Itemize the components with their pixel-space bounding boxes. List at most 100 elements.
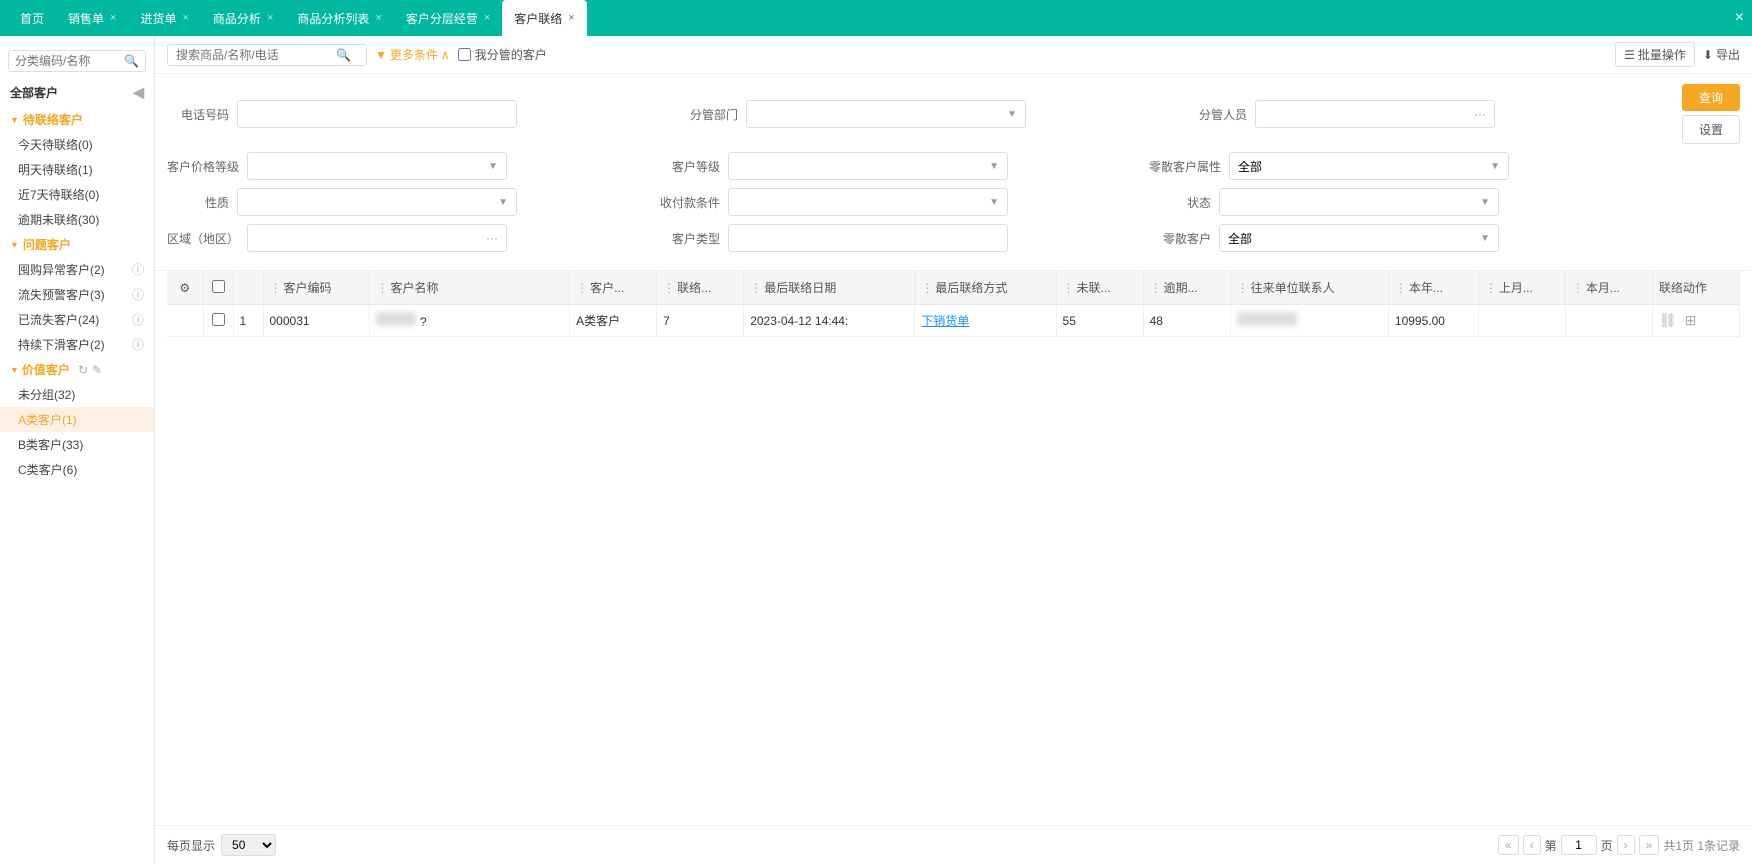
filter-price-level-select[interactable]: ▼ — [247, 152, 507, 180]
filter-icon: ▼ — [375, 48, 387, 62]
tab-customer-contact-close[interactable]: × — [568, 12, 574, 24]
filter-person-select[interactable]: ··· — [1255, 100, 1495, 128]
prev-page-btn[interactable]: ‹ — [1523, 835, 1541, 855]
sidebar-item-churned[interactable]: 已流失客户(24) ⓘ — [0, 307, 154, 332]
info-icon-4[interactable]: ⓘ — [132, 336, 144, 353]
main-layout: 🔍 全部客户 ◀ 待联络客户 今天待联络(0) 明天待联络(1) 近7天待联络(… — [0, 36, 1752, 864]
sidebar-search-input[interactable] — [15, 54, 124, 68]
action-grid-icon[interactable]: ⊞ — [1685, 312, 1697, 329]
tab-purchase[interactable]: 进货单 × — [128, 0, 200, 36]
batch-operation-btn[interactable]: ☰ 批量操作 — [1615, 42, 1695, 67]
row-checkbox-1[interactable] — [212, 313, 225, 326]
table-scroll[interactable]: ⚙ ⋮客户编码 ⋮客户名称 — [167, 271, 1740, 337]
filter-payment-select[interactable]: ▼ — [728, 188, 1008, 216]
sidebar-item-7days[interactable]: 近7天待联络(0) — [0, 182, 154, 207]
next-page-btn[interactable]: › — [1617, 835, 1635, 855]
page-size-area: 每页显示 50 100 200 — [167, 834, 276, 856]
filter-customer-type-input[interactable] — [728, 224, 1008, 252]
td-actions: ⛓ ⊞ — [1652, 305, 1739, 337]
group-pending-title[interactable]: 待联络客户 — [0, 107, 154, 132]
page-size-select[interactable]: 50 100 200 — [221, 834, 276, 856]
sidebar-item-overdue[interactable]: 逾期未联络(30) — [0, 207, 154, 232]
content-area: 🔍 ▼ 更多条件 ∧ 我分管的客户 ☰ 批量操作 ⬇ 导出 — [155, 36, 1752, 864]
sidebar-item-declining[interactable]: 持续下滑客户(2) ⓘ — [0, 332, 154, 357]
filter-retail-attr-select[interactable]: 全部 ▼ — [1229, 152, 1509, 180]
last-page-btn[interactable]: » — [1639, 835, 1660, 855]
th-action: 联络动作 — [1652, 271, 1739, 305]
tab-customer-contact[interactable]: 客户联络 × — [502, 0, 586, 36]
filter-price-level: 客户价格等级 ▼ — [167, 152, 638, 180]
table-select-all[interactable] — [212, 280, 225, 293]
th-num — [233, 271, 263, 305]
sidebar-item-today[interactable]: 今天待联络(0) — [0, 132, 154, 157]
tab-purchase-close[interactable]: × — [182, 12, 188, 24]
toolbar-search-input[interactable] — [176, 48, 336, 62]
tab-analysis-list-close[interactable]: × — [375, 12, 381, 24]
filter-region: 区域（地区） ··· — [167, 224, 638, 252]
tab-analysis-list[interactable]: 商品分析列表 × — [285, 0, 393, 36]
my-customer-checkbox[interactable]: 我分管的客户 — [458, 46, 547, 63]
tab-analysis[interactable]: 商品分析 × — [201, 0, 285, 36]
group-problem-title[interactable]: 问题客户 — [0, 232, 154, 257]
first-page-btn[interactable]: « — [1498, 835, 1519, 855]
filter-region-select[interactable]: ··· — [247, 224, 507, 252]
filter-status-select[interactable]: ▼ — [1219, 188, 1499, 216]
last-method-link[interactable]: 下销货单 — [921, 314, 969, 328]
refresh-icon[interactable]: ↻ — [78, 363, 88, 377]
page-nav: « ‹ 第 页 › » 共1页 1条记录 — [1498, 835, 1740, 855]
batch-icon: ☰ — [1624, 48, 1635, 62]
th-settings[interactable]: ⚙ — [167, 271, 203, 305]
page-number-input[interactable] — [1561, 835, 1597, 855]
all-customers-section[interactable]: 全部客户 ◀ — [0, 78, 154, 107]
toolbar-search-box[interactable]: 🔍 — [167, 44, 367, 66]
info-icon-3[interactable]: ⓘ — [132, 311, 144, 328]
all-customers-label: 全部客户 — [10, 84, 58, 101]
th-code: ⋮客户编码 — [263, 271, 370, 305]
close-all-tabs[interactable]: × — [1735, 9, 1744, 27]
filter-status-label: 状态 — [1149, 194, 1219, 211]
info-icon-2[interactable]: ⓘ — [132, 286, 144, 303]
td-unit-contact — [1230, 305, 1388, 337]
settings-gear-icon[interactable]: ⚙ — [179, 281, 190, 295]
sidebar-item-tomorrow[interactable]: 明天待联络(1) — [0, 157, 154, 182]
sidebar-item-churn-warning[interactable]: 流失预警客户(3) ⓘ — [0, 282, 154, 307]
filter-dept-select[interactable]: ▼ — [746, 100, 1026, 128]
sidebar-search-box[interactable]: 🔍 — [8, 50, 146, 72]
filter-dept: 分管部门 ▼ — [676, 100, 1165, 128]
sidebar-item-abnormal[interactable]: 囤购异常客户(2) ⓘ — [0, 257, 154, 282]
tab-customer-segment[interactable]: 客户分层经营 × — [394, 0, 502, 36]
filter-customer-level-select[interactable]: ▼ — [728, 152, 1008, 180]
filter-customer-type-label: 客户类型 — [658, 230, 728, 247]
tab-sales-close[interactable]: × — [110, 12, 116, 24]
info-icon-1[interactable]: ⓘ — [132, 261, 144, 278]
th-unit-contact: ⋮往来单位联系人 — [1230, 271, 1388, 305]
total-info: 共1页 1条记录 — [1663, 837, 1740, 854]
tab-customer-segment-close[interactable]: × — [484, 12, 490, 24]
filter-region-label: 区域（地区） — [167, 230, 247, 247]
filter-row-4: 区域（地区） ··· 客户类型 零散客户 全部 ▼ — [167, 224, 1740, 252]
filter-phone-input[interactable] — [237, 100, 517, 128]
sidebar-item-class-a[interactable]: A类客户(1) — [0, 407, 154, 432]
filter-retail-value: 全部 — [1228, 230, 1252, 247]
tab-analysis-close[interactable]: × — [267, 12, 273, 24]
sidebar-collapse-btn[interactable]: ◀ — [133, 84, 144, 101]
th-contact: ⋮联络... — [657, 271, 744, 305]
query-btn[interactable]: 查询 — [1682, 84, 1740, 111]
filter-retail-select[interactable]: 全部 ▼ — [1219, 224, 1499, 252]
export-icon: ⬇ — [1703, 48, 1713, 62]
edit-icon[interactable]: ✎ — [92, 363, 102, 377]
sidebar-item-unclassified[interactable]: 未分组(32) — [0, 382, 154, 407]
filter-more-btn[interactable]: ▼ 更多条件 ∧ — [375, 46, 450, 63]
tab-home[interactable]: 首页 — [8, 0, 56, 36]
my-customer-label: 我分管的客户 — [475, 46, 547, 63]
sidebar-item-class-c[interactable]: C类客户(6) — [0, 457, 154, 482]
sidebar-item-class-b[interactable]: B类客户(33) — [0, 432, 154, 457]
th-overdue: ⋮逾期... — [1143, 271, 1230, 305]
action-link-icon[interactable]: ⛓ — [1659, 312, 1677, 329]
set-btn[interactable]: 设置 — [1682, 115, 1740, 144]
tab-sales[interactable]: 销售单 × — [56, 0, 128, 36]
my-customer-check[interactable] — [458, 48, 471, 61]
filter-nature-select[interactable]: ▼ — [237, 188, 517, 216]
export-btn[interactable]: ⬇ 导出 — [1703, 42, 1740, 67]
filter-status-arrow: ▼ — [1480, 197, 1490, 208]
